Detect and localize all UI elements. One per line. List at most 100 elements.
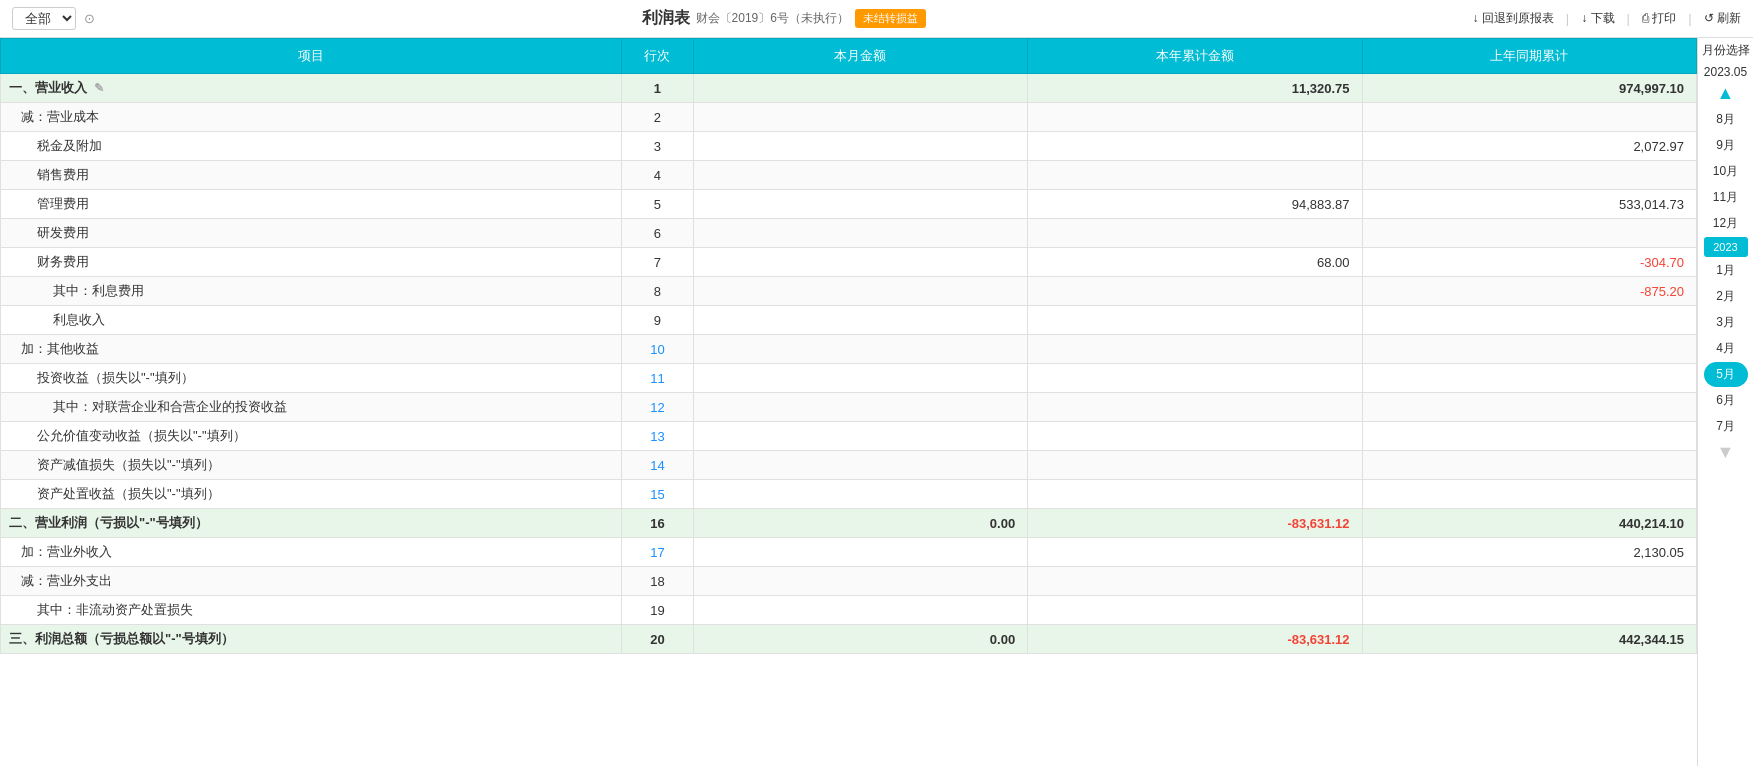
report-subtitle: 财会〔2019〕6号（未执行） — [696, 10, 849, 27]
top-bar-right: ↓ 回退到原报表 | ↓ 下载 | ⎙ 打印 | ↺ 刷新 — [1472, 10, 1741, 27]
cell-month — [693, 132, 1027, 161]
help-icon[interactable]: ⊙ — [84, 11, 95, 26]
table-row: 公允价值变动收益（损失以"-"填列）13 — [1, 422, 1697, 451]
cell-month — [693, 306, 1027, 335]
month-item[interactable]: 7月 — [1704, 414, 1748, 439]
cell-row-num: 5 — [622, 190, 694, 219]
month-item[interactable]: 6月 — [1704, 388, 1748, 413]
cell-row-num: 13 — [622, 422, 694, 451]
month-item[interactable]: 9月 — [1704, 133, 1748, 158]
cell-month — [693, 74, 1027, 103]
month-item[interactable]: 1月 — [1704, 258, 1748, 283]
table-row: 财务费用768.00-304.70 — [1, 248, 1697, 277]
cell-month — [693, 103, 1027, 132]
nav-down-button[interactable]: ▼ — [1717, 442, 1735, 463]
cell-item: 三、利润总额（亏损总额以"-"号填列） — [1, 625, 622, 654]
top-bar: 全部 ⊙ 利润表 财会〔2019〕6号（未执行） 未结转损益 ↓ 回退到原报表 … — [0, 0, 1753, 38]
month-item[interactable]: 12月 — [1704, 211, 1748, 236]
table-row: 管理费用594,883.87533,014.73 — [1, 190, 1697, 219]
sidebar-year: 2023.05 — [1704, 65, 1747, 79]
table-row: 投资收益（损失以"-"填列）11 — [1, 364, 1697, 393]
cell-year: 68.00 — [1028, 248, 1362, 277]
table-body: 一、营业收入 ✎111,320.75974,997.10减：营业成本2税金及附加… — [1, 74, 1697, 654]
month-list: 8月9月10月11月12月20231月2月3月4月5月6月7月 — [1704, 106, 1748, 440]
nav-up-button[interactable]: ▲ — [1717, 83, 1735, 104]
cell-row-num: 2 — [622, 103, 694, 132]
cell-prev — [1362, 161, 1696, 190]
table-row: 三、利润总额（亏损总额以"-"号填列）200.00-83,631.12442,3… — [1, 625, 1697, 654]
table-row: 加：其他收益10 — [1, 335, 1697, 364]
cell-prev: 2,130.05 — [1362, 538, 1696, 567]
table-row: 二、营业利润（亏损以"-"号填列）160.00-83,631.12440,214… — [1, 509, 1697, 538]
back-button[interactable]: ↓ 回退到原报表 — [1472, 10, 1553, 27]
cell-year — [1028, 480, 1362, 509]
month-item[interactable]: 4月 — [1704, 336, 1748, 361]
cell-year: -83,631.12 — [1028, 625, 1362, 654]
month-item[interactable]: 2月 — [1704, 284, 1748, 309]
cell-item: 加：营业外收入 — [1, 538, 622, 567]
cell-item: 研发费用 — [1, 219, 622, 248]
cell-row-num: 19 — [622, 596, 694, 625]
month-item[interactable]: 8月 — [1704, 107, 1748, 132]
main-layout: 项目 行次 本月金额 本年累计金额 上年同期累计 一、营业收入 ✎111,320… — [0, 38, 1753, 766]
table-row: 研发费用6 — [1, 219, 1697, 248]
print-button[interactable]: ⎙ 打印 — [1642, 10, 1676, 27]
cell-item: 一、营业收入 ✎ — [1, 74, 622, 103]
cell-year — [1028, 538, 1362, 567]
top-bar-center: 利润表 财会〔2019〕6号（未执行） 未结转损益 — [642, 8, 926, 29]
table-row: 销售费用4 — [1, 161, 1697, 190]
cell-year — [1028, 306, 1362, 335]
month-item[interactable]: 5月 — [1704, 362, 1748, 387]
table-row: 其中：利息费用8-875.20 — [1, 277, 1697, 306]
month-item[interactable]: 10月 — [1704, 159, 1748, 184]
cell-prev — [1362, 596, 1696, 625]
cell-year — [1028, 219, 1362, 248]
table-row: 减：营业成本2 — [1, 103, 1697, 132]
table-row: 其中：对联营企业和合营企业的投资收益12 — [1, 393, 1697, 422]
refresh-button[interactable]: ↺ 刷新 — [1704, 10, 1741, 27]
cell-month — [693, 364, 1027, 393]
month-item[interactable]: 3月 — [1704, 310, 1748, 335]
cell-item: 投资收益（损失以"-"填列） — [1, 364, 622, 393]
cell-year — [1028, 451, 1362, 480]
cell-month: 0.00 — [693, 625, 1027, 654]
cell-item: 资产处置收益（损失以"-"填列） — [1, 480, 622, 509]
cell-item: 销售费用 — [1, 161, 622, 190]
cell-item: 减：营业成本 — [1, 103, 622, 132]
edit-icon[interactable]: ✎ — [91, 81, 104, 95]
month-item[interactable]: 2023 — [1704, 237, 1748, 257]
cell-row-num: 3 — [622, 132, 694, 161]
table-header-row: 项目 行次 本月金额 本年累计金额 上年同期累计 — [1, 39, 1697, 74]
cell-month — [693, 596, 1027, 625]
month-item[interactable]: 11月 — [1704, 185, 1748, 210]
scope-select[interactable]: 全部 — [12, 7, 76, 30]
cell-item: 其中：非流动资产处置损失 — [1, 596, 622, 625]
table-row: 一、营业收入 ✎111,320.75974,997.10 — [1, 74, 1697, 103]
table-row: 其中：非流动资产处置损失19 — [1, 596, 1697, 625]
report-title: 利润表 — [642, 8, 690, 29]
cell-item: 加：其他收益 — [1, 335, 622, 364]
cell-year: -83,631.12 — [1028, 509, 1362, 538]
cell-year: 11,320.75 — [1028, 74, 1362, 103]
cell-row-num: 12 — [622, 393, 694, 422]
header-month: 本月金额 — [693, 39, 1027, 74]
cell-item: 利息收入 — [1, 306, 622, 335]
cell-prev — [1362, 306, 1696, 335]
cell-month — [693, 480, 1027, 509]
table-row: 加：营业外收入172,130.05 — [1, 538, 1697, 567]
cell-item: 税金及附加 — [1, 132, 622, 161]
cell-row-num: 10 — [622, 335, 694, 364]
download-button[interactable]: ↓ 下载 — [1581, 10, 1614, 27]
cell-prev — [1362, 422, 1696, 451]
cell-prev: 442,344.15 — [1362, 625, 1696, 654]
cell-prev — [1362, 219, 1696, 248]
header-prev: 上年同期累计 — [1362, 39, 1696, 74]
cell-row-num: 8 — [622, 277, 694, 306]
cell-prev: 2,072.97 — [1362, 132, 1696, 161]
sidebar-right: 月份选择 2023.05 ▲ 8月9月10月11月12月20231月2月3月4月… — [1697, 38, 1753, 766]
cell-year — [1028, 335, 1362, 364]
cell-prev — [1362, 480, 1696, 509]
cell-item: 财务费用 — [1, 248, 622, 277]
cell-prev — [1362, 393, 1696, 422]
table-area[interactable]: 项目 行次 本月金额 本年累计金额 上年同期累计 一、营业收入 ✎111,320… — [0, 38, 1697, 766]
